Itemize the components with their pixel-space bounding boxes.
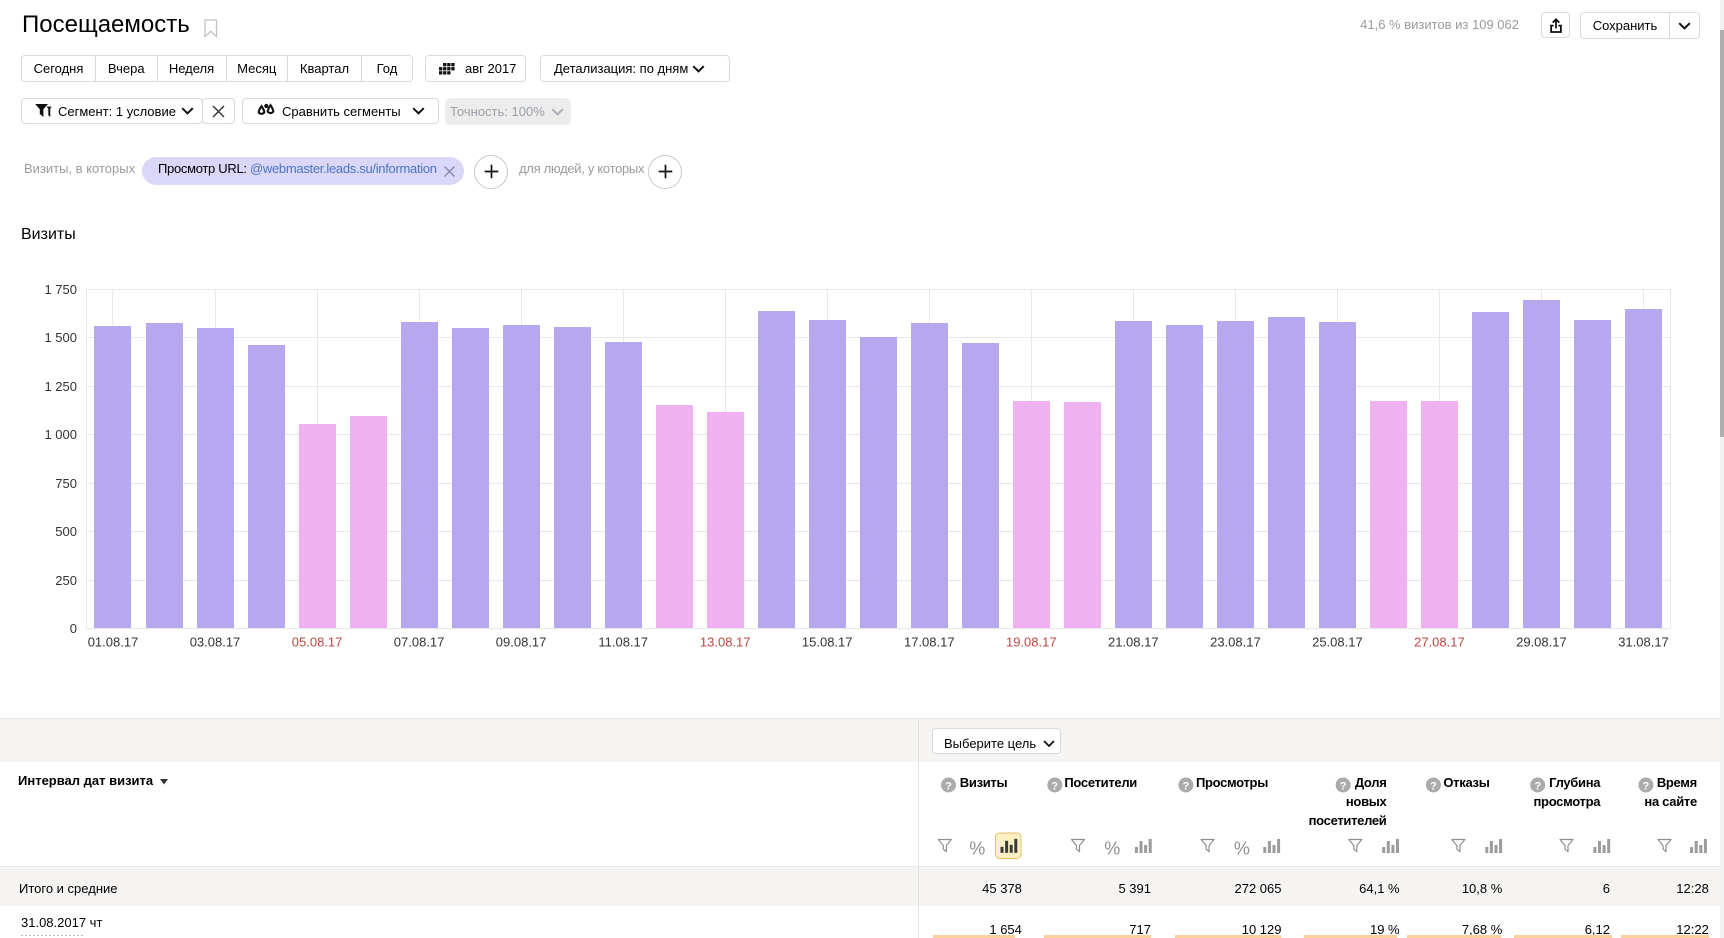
- svg-text:31.08.17: 31.08.17: [1618, 635, 1669, 650]
- svg-text:%: %: [1234, 839, 1250, 859]
- svg-text:?: ?: [1534, 781, 1541, 793]
- svg-text:29.08.17: 29.08.17: [1516, 635, 1567, 650]
- svg-text:27.08.17: 27.08.17: [1414, 635, 1465, 650]
- svg-text:250: 250: [55, 573, 77, 588]
- svg-text:?: ?: [1643, 781, 1650, 793]
- svg-text:09.08.17: 09.08.17: [496, 635, 547, 650]
- svg-text:15.08.17: 15.08.17: [802, 635, 853, 650]
- svg-text:05.08.17: 05.08.17: [292, 635, 343, 650]
- svg-text:1 500: 1 500: [44, 330, 77, 345]
- svg-text:13.08.17: 13.08.17: [700, 635, 751, 650]
- svg-text:23.08.17: 23.08.17: [1210, 635, 1261, 650]
- svg-text:0: 0: [70, 621, 77, 636]
- svg-text:?: ?: [1430, 781, 1437, 793]
- svg-text:?: ?: [1183, 781, 1190, 793]
- svg-text:?: ?: [1051, 781, 1058, 793]
- svg-text:?: ?: [1340, 781, 1347, 793]
- svg-text:%: %: [1104, 839, 1120, 859]
- svg-text:750: 750: [55, 476, 77, 491]
- svg-text:03.08.17: 03.08.17: [190, 635, 241, 650]
- svg-text:1 750: 1 750: [44, 282, 77, 297]
- svg-text:17.08.17: 17.08.17: [904, 635, 955, 650]
- svg-text:01.08.17: 01.08.17: [88, 635, 139, 650]
- svg-text:%: %: [969, 839, 985, 859]
- svg-text:500: 500: [55, 524, 77, 539]
- svg-text:11.08.17: 11.08.17: [598, 635, 648, 650]
- svg-text:?: ?: [945, 781, 952, 793]
- svg-text:07.08.17: 07.08.17: [394, 635, 445, 650]
- svg-text:1 000: 1 000: [44, 427, 77, 442]
- svg-text:25.08.17: 25.08.17: [1312, 635, 1363, 650]
- svg-text:21.08.17: 21.08.17: [1108, 635, 1159, 650]
- svg-text:19.08.17: 19.08.17: [1006, 635, 1057, 650]
- svg-text:1 250: 1 250: [44, 379, 77, 394]
